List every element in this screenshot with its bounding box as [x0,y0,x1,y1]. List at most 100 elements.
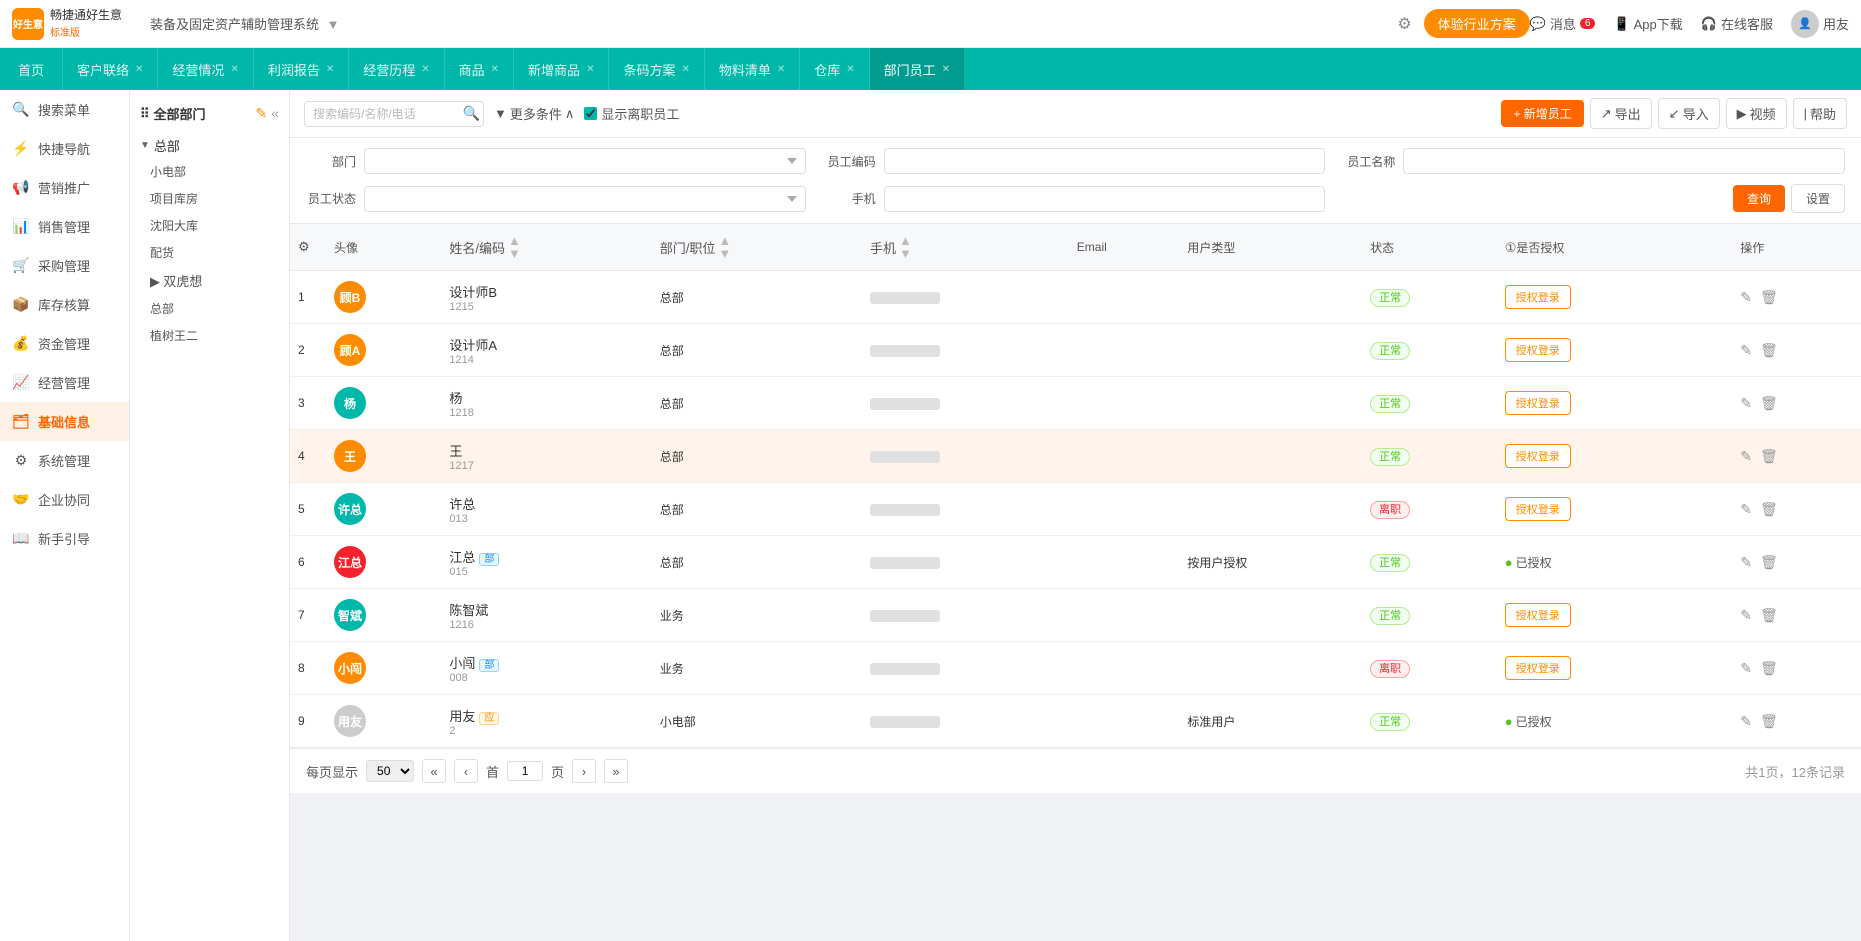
sort-arrows3[interactable]: ▲▼ [899,234,912,260]
close-icon[interactable]: ✕ [135,64,143,75]
delete-icon[interactable]: 🗑 [1760,660,1778,677]
close-icon[interactable]: ✕ [491,64,499,75]
auth-btn[interactable]: 授权登录 [1505,391,1571,415]
phone-input[interactable] [884,186,1326,212]
sort-arrows2[interactable]: ▲▼ [718,234,731,260]
auth-btn[interactable]: 授权登录 [1505,603,1571,627]
edit-icon[interactable]: ✎ [1740,448,1752,465]
dept-select[interactable] [364,148,806,174]
trial-button[interactable]: 体验行业方案 [1424,9,1530,38]
user-btn[interactable]: 👤 用友 [1791,10,1849,38]
close-icon[interactable]: ✕ [846,64,854,75]
edit-icon[interactable]: ✎ [1740,289,1752,306]
sidebar-item-shortcut[interactable]: ⚡ 快捷导航 [0,129,129,168]
prev-page-btn[interactable]: ‹ [454,759,478,783]
close-icon[interactable]: ✕ [230,64,238,75]
tab-profit[interactable]: 利润报告 ✕ [254,48,349,90]
sidebar-item-sales[interactable]: 📊 销售管理 [0,207,129,246]
dept-all-label[interactable]: ⠿ 全部部门 [140,104,206,123]
sidebar-item-inventory[interactable]: 📦 库存核算 [0,285,129,324]
emp-status-select[interactable] [364,186,806,212]
close-icon[interactable]: ✕ [681,64,689,75]
auth-btn[interactable]: 授权登录 [1505,656,1571,680]
settings-icon[interactable]: ⚙ [298,239,310,254]
close-icon[interactable]: ✕ [942,64,950,75]
row-auth[interactable]: 授权登录 [1497,430,1694,483]
query-button[interactable]: 查询 [1733,185,1785,212]
close-icon[interactable]: ✕ [586,64,594,75]
tab-history[interactable]: 经营历程 ✕ [349,48,444,90]
dept-edit-icon[interactable]: ✎ [255,105,267,122]
emp-code-input[interactable] [884,148,1326,174]
delete-icon[interactable]: 🗑 [1760,607,1778,624]
row-auth[interactable]: 授权登录 [1497,377,1694,430]
delete-icon[interactable]: 🗑 [1760,554,1778,571]
next-page-btn[interactable]: › [572,759,596,783]
online-service-btn[interactable]: 🎧 在线客服 [1701,14,1773,33]
edit-icon[interactable]: ✎ [1740,713,1752,730]
tab-bom[interactable]: 物料清单 ✕ [705,48,800,90]
tab-barcode[interactable]: 条码方案 ✕ [609,48,704,90]
view-btn[interactable]: ▶ 视频 [1726,98,1787,129]
auth-btn[interactable]: 授权登录 [1505,497,1571,521]
row-auth[interactable]: 授权登录 [1497,642,1694,695]
page-input[interactable] [507,761,543,781]
sidebar-item-basic-info[interactable]: 🗂 基础信息 [0,402,129,441]
delete-icon[interactable]: 🗑 [1760,342,1778,359]
row-auth[interactable]: 授权登录 [1497,324,1694,377]
reset-button[interactable]: 设置 [1791,184,1845,213]
sort-arrows[interactable]: ▲▼ [508,234,521,260]
dropdown-arrow[interactable]: ▼ [327,17,340,32]
tab-new-goods[interactable]: 新增商品 ✕ [514,48,609,90]
auth-btn[interactable]: 授权登录 [1505,444,1571,468]
import-btn[interactable]: ↙ 导入 [1658,98,1720,129]
last-page-btn[interactable]: » [604,759,628,783]
edit-icon[interactable]: ✎ [1740,395,1752,412]
dept-child-shenyang[interactable]: 沈阳大库 [130,212,289,239]
tab-warehouse[interactable]: 仓库 ✕ [800,48,869,90]
close-icon[interactable]: ✕ [777,64,785,75]
delete-icon[interactable]: 🗑 [1760,713,1778,730]
message-btn[interactable]: 💬 消息 6 [1530,14,1596,33]
row-auth[interactable]: ●已授权 [1497,536,1694,589]
tab-operation[interactable]: 经营情况 ✕ [158,48,253,90]
dept-child-project[interactable]: 项目库房 [130,185,289,212]
edit-icon[interactable]: ✎ [1740,554,1752,571]
auth-btn[interactable]: 授权登录 [1505,285,1571,309]
delete-icon[interactable]: 🗑 [1760,289,1778,306]
row-auth[interactable]: ●已授权 [1497,695,1694,748]
dept-section-hq-label[interactable]: ▼ 总部 [130,131,289,158]
close-icon[interactable]: ✕ [421,64,429,75]
tab-home[interactable]: 首页 [0,48,63,90]
close-icon[interactable]: ✕ [326,64,334,75]
delete-icon[interactable]: 🗑 [1760,501,1778,518]
tab-dept-staff[interactable]: 部门员工 ✕ [870,48,965,90]
app-download-btn[interactable]: 📱 App下载 [1613,14,1682,33]
dept-child-shuanghu[interactable]: ▶ 双虎想 [130,266,289,295]
emp-name-input[interactable] [1403,148,1845,174]
export-btn[interactable]: ↗ 导出 [1590,98,1652,129]
per-page-select[interactable]: 50 [366,760,414,782]
first-page-btn[interactable]: « [422,759,446,783]
edit-icon[interactable]: ✎ [1740,607,1752,624]
dept-child-zongbu[interactable]: 总部 [130,295,289,322]
add-employee-btn[interactable]: + 新增员工 [1501,100,1583,127]
row-auth[interactable]: 授权登录 [1497,271,1694,324]
sidebar-item-management[interactable]: 📈 经营管理 [0,363,129,402]
dept-child-peihu[interactable]: 配货 [130,239,289,266]
tab-goods[interactable]: 商品 ✕ [445,48,514,90]
row-auth[interactable]: 授权登录 [1497,483,1694,536]
dept-child-xiaodian[interactable]: 小电部 [130,158,289,185]
delete-icon[interactable]: 🗑 [1760,448,1778,465]
delete-icon[interactable]: 🗑 [1760,395,1778,412]
tab-customer[interactable]: 客户联络 ✕ [63,48,158,90]
edit-icon[interactable]: ✎ [1740,660,1752,677]
sidebar-item-finance[interactable]: 💰 资金管理 [0,324,129,363]
dept-collapse-icon[interactable]: « [271,105,279,122]
search-input[interactable] [304,101,484,127]
edit-icon[interactable]: ✎ [1740,342,1752,359]
help-btn[interactable]: | 帮助 [1793,98,1847,129]
sidebar-item-guide[interactable]: 📖 新手引导 [0,519,129,558]
gear-icon[interactable]: ⚙ [1397,14,1411,34]
search-button[interactable]: 🔍 [463,105,480,122]
